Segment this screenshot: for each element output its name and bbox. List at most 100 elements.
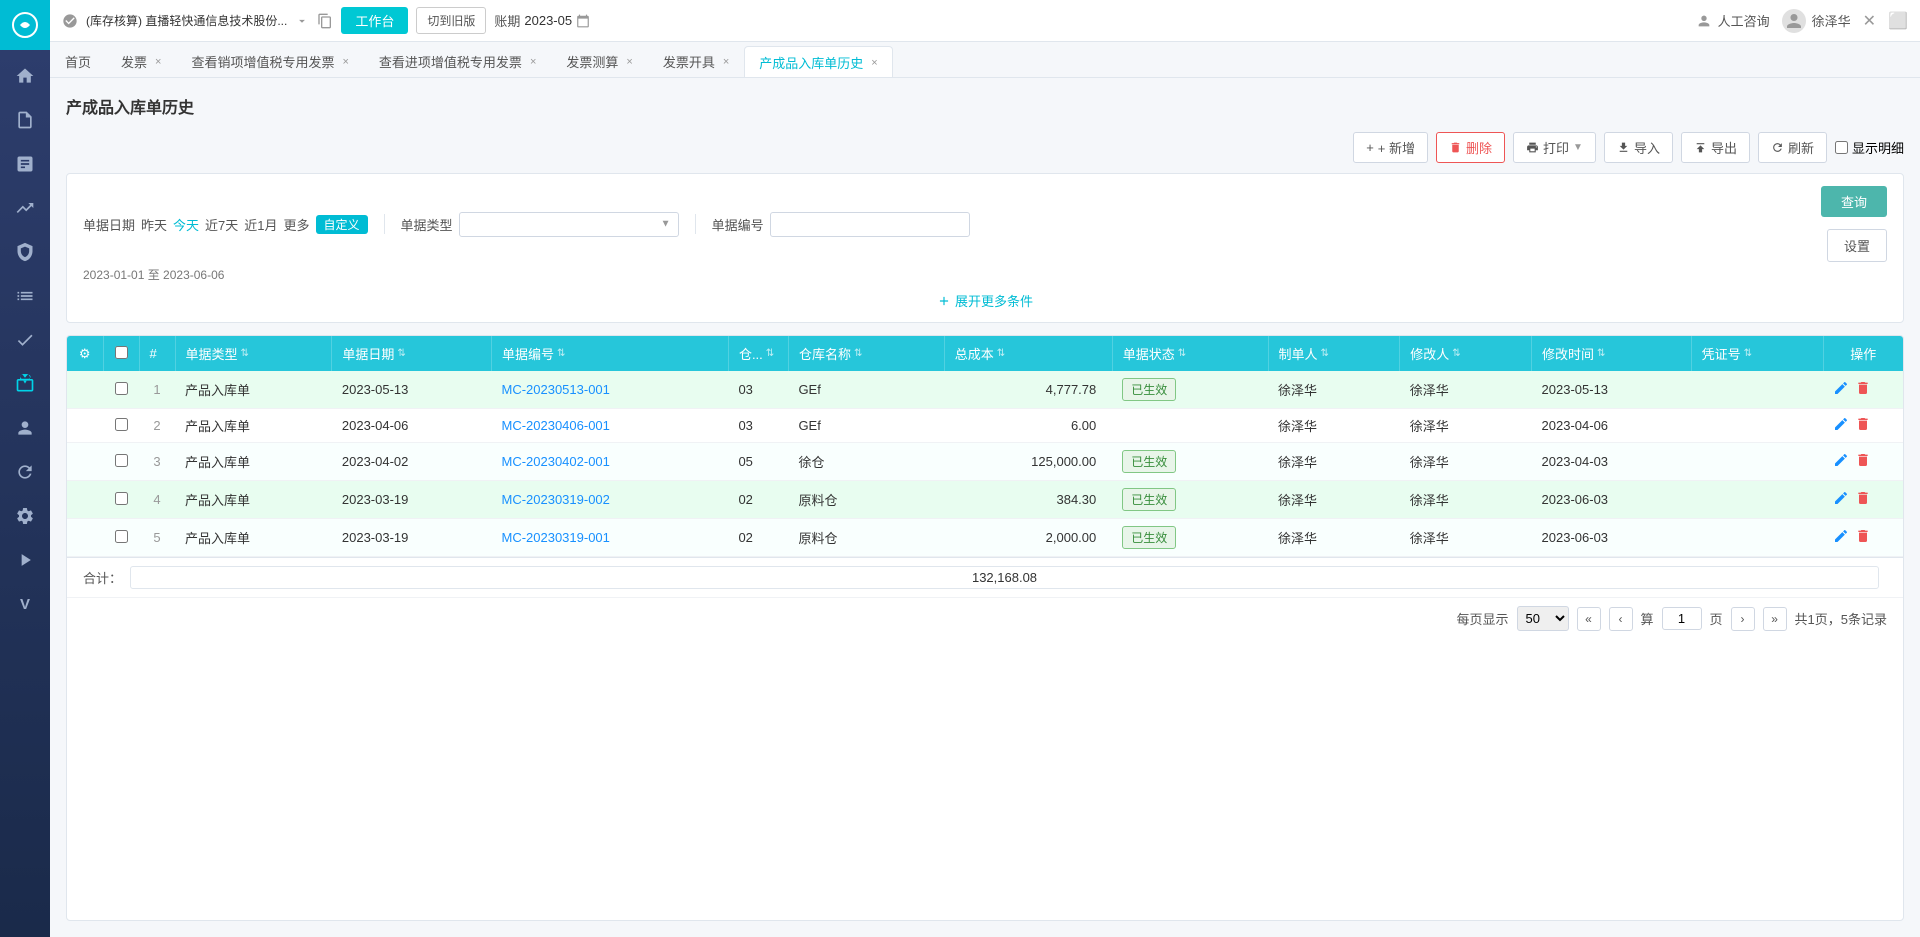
type-select[interactable]: [459, 212, 679, 237]
sidebar-item-security[interactable]: [0, 230, 50, 274]
maximize-button[interactable]: ⬜: [1888, 11, 1908, 31]
row-checkbox[interactable]: [115, 454, 128, 467]
first-page-button[interactable]: «: [1577, 607, 1601, 631]
row-checkbox[interactable]: [115, 492, 128, 505]
td-number[interactable]: MC-20230319-002: [491, 481, 728, 519]
last7days-link[interactable]: 近7天: [205, 215, 238, 234]
sidebar-item-warehouse[interactable]: [0, 362, 50, 406]
td-number[interactable]: MC-20230513-001: [491, 371, 728, 409]
next-page-button[interactable]: ›: [1731, 607, 1755, 631]
close-tab-invoice-calc[interactable]: ×: [626, 56, 632, 68]
tab-sales-invoice[interactable]: 查看销项增值税专用发票 ×: [176, 45, 363, 77]
number-link[interactable]: MC-20230513-001: [501, 382, 609, 397]
tab-home[interactable]: 首页: [50, 45, 106, 77]
th-date[interactable]: 单据日期⇅: [332, 336, 492, 371]
th-number[interactable]: 单据编号⇅: [491, 336, 728, 371]
yesterday-link[interactable]: 昨天: [141, 215, 167, 234]
td-number[interactable]: MC-20230319-001: [491, 519, 728, 557]
td-number[interactable]: MC-20230402-001: [491, 443, 728, 481]
td-checkbox[interactable]: [103, 519, 139, 557]
edit-button[interactable]: [1833, 416, 1849, 435]
switch-version-button[interactable]: 切到旧版: [416, 7, 486, 34]
sidebar-item-refresh[interactable]: [0, 450, 50, 494]
sidebar-item-person[interactable]: [0, 406, 50, 450]
today-link[interactable]: 今天: [173, 215, 199, 234]
close-window-button[interactable]: ✕: [1863, 11, 1876, 31]
number-link[interactable]: MC-20230402-001: [501, 454, 609, 469]
tab-invoice[interactable]: 发票 ×: [106, 45, 176, 77]
sidebar-item-invoice[interactable]: [0, 98, 50, 142]
sidebar-item-play[interactable]: [0, 538, 50, 582]
help-info[interactable]: 人工咨询: [1696, 11, 1770, 30]
refresh-button[interactable]: 刷新: [1758, 132, 1827, 163]
page-number-input[interactable]: [1662, 607, 1702, 630]
th-warehouse-name[interactable]: 仓库名称⇅: [788, 336, 944, 371]
edit-button[interactable]: [1833, 490, 1849, 509]
delete-row-button[interactable]: [1855, 490, 1871, 509]
th-checkbox[interactable]: [103, 336, 139, 371]
row-checkbox[interactable]: [115, 418, 128, 431]
prev-page-button[interactable]: ‹: [1609, 607, 1633, 631]
row-checkbox[interactable]: [115, 382, 128, 395]
import-button[interactable]: 导入: [1604, 132, 1673, 163]
last1month-link[interactable]: 近1月: [244, 215, 277, 234]
tab-product-inbound-history[interactable]: 产成品入库单历史 ×: [744, 46, 892, 78]
th-settings[interactable]: ⚙: [67, 336, 103, 371]
th-modify-time[interactable]: 修改时间⇅: [1532, 336, 1692, 371]
th-voucher[interactable]: 凭证号⇅: [1691, 336, 1823, 371]
th-modifier[interactable]: 修改人⇅: [1400, 336, 1532, 371]
sidebar-item-settings[interactable]: [0, 494, 50, 538]
select-all-checkbox[interactable]: [115, 346, 128, 359]
sidebar-item-home[interactable]: [0, 54, 50, 98]
sidebar-item-check[interactable]: [0, 318, 50, 362]
more-dates-link[interactable]: 更多: [284, 215, 310, 234]
close-tab-purchase-invoice[interactable]: ×: [530, 56, 536, 68]
td-checkbox[interactable]: [103, 481, 139, 519]
sidebar-item-report[interactable]: [0, 142, 50, 186]
th-creator[interactable]: 制单人⇅: [1268, 336, 1400, 371]
number-link[interactable]: MC-20230406-001: [501, 418, 609, 433]
reset-button[interactable]: 设置: [1827, 229, 1887, 262]
row-checkbox[interactable]: [115, 530, 128, 543]
last-page-button[interactable]: »: [1763, 607, 1787, 631]
sidebar-item-list[interactable]: [0, 274, 50, 318]
close-tab-product-inbound[interactable]: ×: [871, 57, 877, 69]
edit-button[interactable]: [1833, 528, 1849, 547]
calendar-icon[interactable]: [576, 14, 590, 28]
print-button[interactable]: 打印 ▼: [1513, 132, 1596, 163]
custom-date-btn[interactable]: 自定义: [316, 215, 368, 234]
delete-row-button[interactable]: [1855, 528, 1871, 547]
new-button[interactable]: + + 新增: [1353, 132, 1428, 163]
print-dropdown-icon[interactable]: ▼: [1573, 142, 1583, 153]
query-button[interactable]: 查询: [1821, 186, 1887, 217]
tab-invoice-issue[interactable]: 发票开具 ×: [648, 45, 744, 77]
delete-row-button[interactable]: [1855, 416, 1871, 435]
sidebar-item-analytics[interactable]: [0, 186, 50, 230]
edit-button[interactable]: [1833, 452, 1849, 471]
close-tab-invoice-issue[interactable]: ×: [723, 56, 729, 68]
edit-button[interactable]: [1833, 380, 1849, 399]
number-input[interactable]: [770, 212, 970, 237]
sidebar-item-v[interactable]: V: [0, 582, 50, 626]
number-link[interactable]: MC-20230319-002: [501, 492, 609, 507]
page-size-select[interactable]: 50 100: [1517, 606, 1569, 631]
tab-purchase-invoice[interactable]: 查看进项增值税专用发票 ×: [364, 45, 551, 77]
user-info[interactable]: 徐泽华: [1782, 9, 1851, 33]
delete-button[interactable]: 删除: [1436, 132, 1505, 163]
td-checkbox[interactable]: [103, 371, 139, 409]
expand-filter-btn[interactable]: 展开更多条件: [937, 291, 1033, 310]
th-total-cost[interactable]: 总成本⇅: [944, 336, 1112, 371]
td-number[interactable]: MC-20230406-001: [491, 409, 728, 443]
display-detail-checkbox[interactable]: 显示明细: [1835, 138, 1904, 157]
close-tab-sales-invoice[interactable]: ×: [342, 56, 348, 68]
td-checkbox[interactable]: [103, 443, 139, 481]
number-link[interactable]: MC-20230319-001: [501, 530, 609, 545]
workbench-button[interactable]: 工作台: [341, 7, 408, 34]
delete-row-button[interactable]: [1855, 452, 1871, 471]
detail-checkbox-input[interactable]: [1835, 141, 1848, 154]
th-status[interactable]: 单据状态⇅: [1112, 336, 1268, 371]
close-tab-invoice[interactable]: ×: [155, 56, 161, 68]
th-warehouse-code[interactable]: 仓...⇅: [728, 336, 788, 371]
delete-row-button[interactable]: [1855, 380, 1871, 399]
tab-invoice-calc[interactable]: 发票测算 ×: [551, 45, 647, 77]
